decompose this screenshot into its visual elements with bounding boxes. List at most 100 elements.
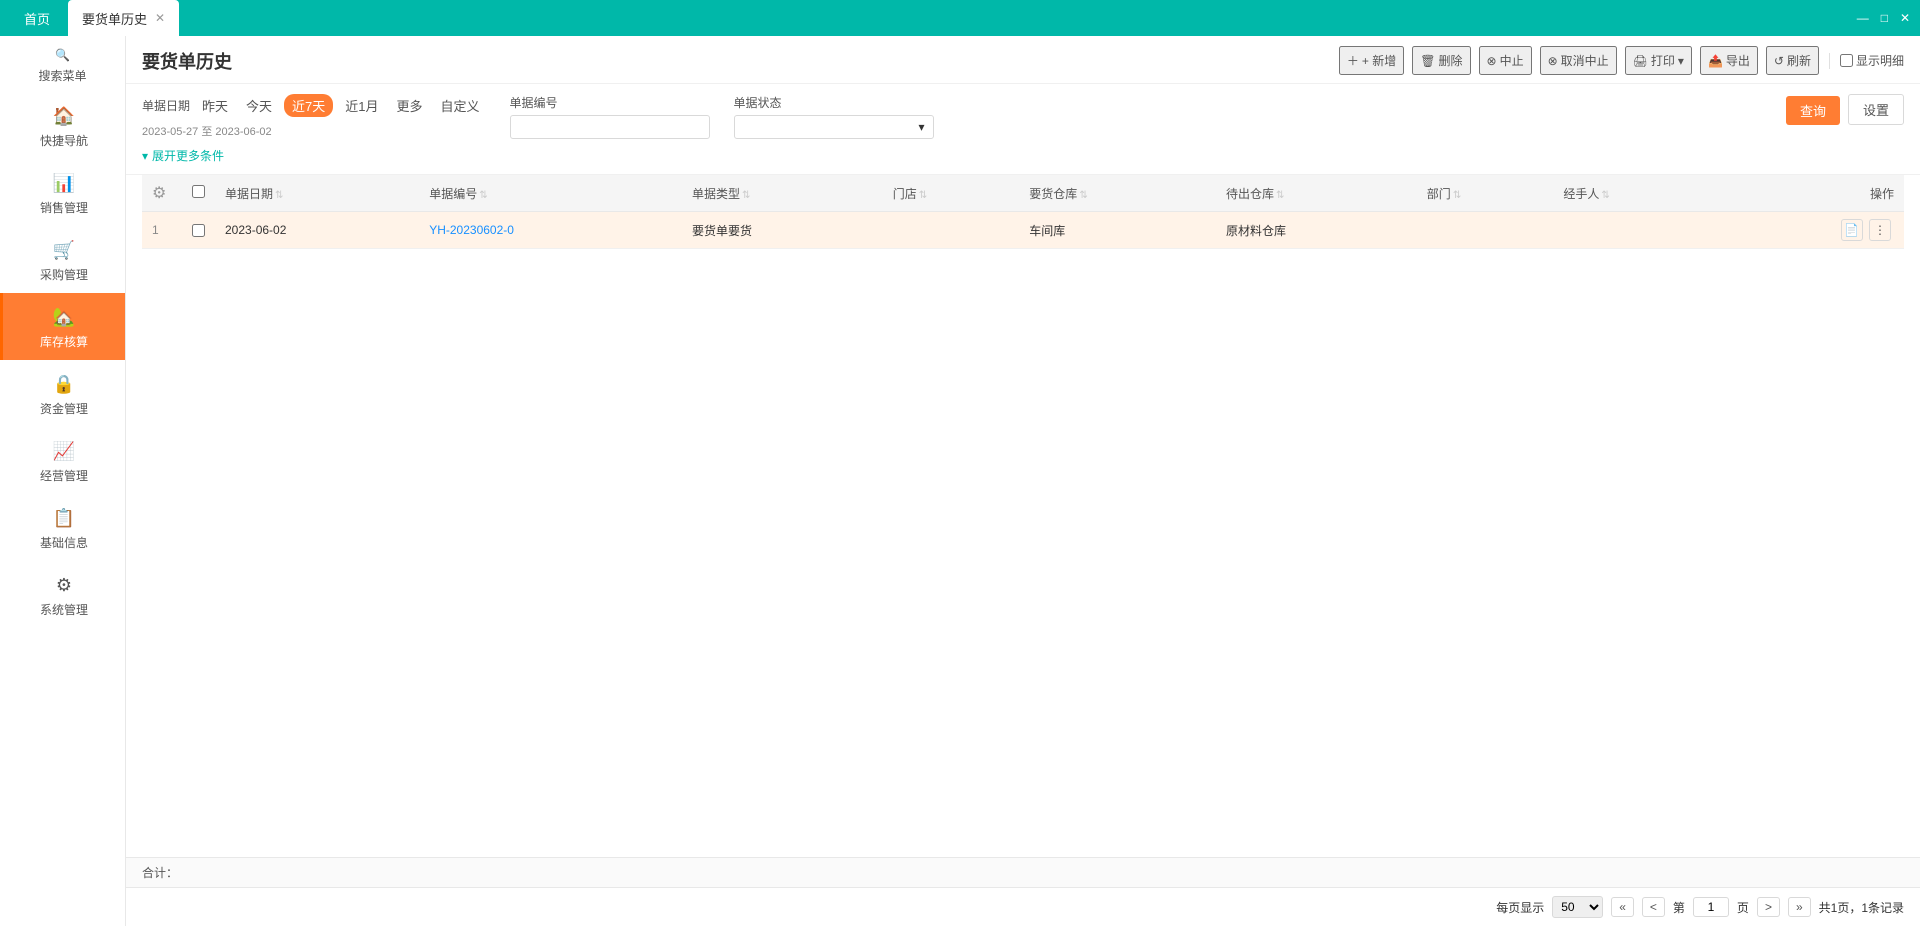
top-bar: 首页 要货单历史 ✕ — □ ✕: [0, 0, 1920, 36]
doc-number-input[interactable]: [510, 115, 710, 139]
row-operation: 📄 ⋮: [1720, 212, 1904, 249]
th-doc-type: 单据类型⇅: [682, 175, 883, 212]
next-page-btn[interactable]: >: [1757, 897, 1780, 917]
row-dept: [1417, 212, 1554, 249]
table-row: 1 2023-06-02 YH-20230602-0 要货单要货 车间库 原材料…: [142, 212, 1904, 249]
delete-button[interactable]: 🗑 删除: [1412, 46, 1470, 75]
inventory-icon: 🏡: [53, 307, 75, 328]
page-title: 要货单历史: [142, 48, 232, 74]
sidebar-item-system-mgmt[interactable]: ⚙ 系统管理: [0, 561, 125, 628]
settings-button[interactable]: 设置: [1848, 94, 1904, 125]
sort-doc-type-icon: ⇅: [742, 190, 750, 201]
print-button[interactable]: 🖨 打印 ▾: [1625, 46, 1692, 75]
pagination-bar: 每页显示 50 100 200 « < 第 页 > » 共1页，1条记录: [126, 887, 1920, 926]
filter-doc-number: 单据编号: [510, 94, 710, 139]
view-op-btn[interactable]: 📄: [1841, 219, 1863, 241]
col-settings: ⚙: [142, 175, 182, 212]
sort-doc-number-icon: ⇅: [479, 190, 487, 201]
sort-doc-date-icon: ⇅: [275, 190, 283, 201]
stop-icon: ⊗: [1487, 54, 1497, 68]
filter-row: 单据日期 昨天 今天 近7天 近1月 更多 自定义 2023-05-27 至 2…: [142, 94, 1904, 139]
row-req-warehouse: 车间库: [1019, 212, 1216, 249]
date-btn-today[interactable]: 今天: [240, 94, 278, 117]
table-footer: 合计：: [126, 857, 1920, 887]
sidebar-item-sales-mgmt[interactable]: 📊 销售管理: [0, 159, 125, 226]
page-number-input[interactable]: [1693, 897, 1729, 917]
sort-dept-icon: ⇅: [1453, 190, 1461, 201]
sidebar-item-finance-mgmt[interactable]: 🔒 资金管理: [0, 360, 125, 427]
prev-page-btn[interactable]: <: [1642, 897, 1665, 917]
table-settings-icon[interactable]: ⚙: [152, 185, 166, 202]
date-btn-more[interactable]: 更多: [391, 94, 429, 117]
add-button[interactable]: ＋ + 新增: [1339, 46, 1404, 75]
th-doc-date: 单据日期⇅: [215, 175, 419, 212]
tab-requisition-history[interactable]: 要货单历史 ✕: [68, 0, 179, 36]
row-handler: [1553, 212, 1720, 249]
row-doc-date: 2023-06-02: [215, 212, 419, 249]
content-area: 要货单历史 ＋ + 新增 🗑 删除 ⊗ 中止 ⊗ 取消中止: [126, 36, 1920, 926]
th-store: 门店⇅: [883, 175, 1020, 212]
minimize-btn[interactable]: —: [1857, 11, 1869, 25]
doc-number-label: 单据编号: [510, 94, 710, 111]
page-label: 第: [1673, 899, 1685, 916]
expand-more-btn[interactable]: ▾ 展开更多条件: [142, 147, 1904, 164]
sidebar-item-quick-nav[interactable]: 🏠 快捷导航: [0, 92, 125, 159]
sort-pending-warehouse-icon: ⇅: [1276, 190, 1284, 201]
tab-close-icon[interactable]: ✕: [155, 11, 165, 25]
th-operation: 操作: [1720, 175, 1904, 212]
add-icon: ＋: [1347, 52, 1359, 69]
content-header: 要货单历史 ＋ + 新增 🗑 删除 ⊗ 中止 ⊗ 取消中止: [126, 36, 1920, 84]
last-page-btn[interactable]: »: [1788, 897, 1811, 917]
print-dropdown-icon: ▾: [1678, 54, 1684, 68]
sort-req-warehouse-icon: ⇅: [1079, 190, 1087, 201]
row-pending-warehouse: 原材料仓库: [1216, 212, 1417, 249]
header-actions: ＋ + 新增 🗑 删除 ⊗ 中止 ⊗ 取消中止 🖨 打印: [1339, 46, 1904, 75]
refresh-button[interactable]: ↺ 刷新: [1766, 46, 1819, 75]
table-wrap: ⚙ 单据日期⇅ 单据编号⇅ 单据类型⇅: [126, 175, 1920, 857]
sidebar-item-operation-mgmt[interactable]: 📈 经营管理: [0, 427, 125, 494]
row-checkbox: [182, 212, 215, 249]
finance-icon: 🔒: [53, 374, 75, 395]
row-select-checkbox[interactable]: [192, 224, 205, 237]
page-size-select[interactable]: 50 100 200: [1552, 896, 1603, 918]
date-btn-7days[interactable]: 近7天: [284, 94, 333, 117]
stop-button[interactable]: ⊗ 中止: [1479, 46, 1532, 75]
select-all-checkbox[interactable]: [192, 185, 205, 198]
date-btn-yesterday[interactable]: 昨天: [196, 94, 234, 117]
more-op-btn[interactable]: ⋮: [1869, 219, 1891, 241]
sidebar: 🔍 搜索菜单 🏠 快捷导航 📊 销售管理 🛒 采购管理 🏡 库存核算 🔒 资金管…: [0, 36, 126, 926]
display-detail-btn[interactable]: 显示明细: [1840, 52, 1904, 69]
cancel-stop-icon: ⊗: [1548, 54, 1558, 68]
th-pending-warehouse: 待出仓库⇅: [1216, 175, 1417, 212]
quick-nav-icon: 🏠: [53, 106, 75, 127]
date-btn-1month[interactable]: 近1月: [339, 94, 384, 117]
display-detail-checkbox[interactable]: [1840, 54, 1853, 67]
export-button[interactable]: 📤 导出: [1700, 46, 1758, 75]
sort-handler-icon: ⇅: [1601, 190, 1609, 201]
export-icon: 📤: [1708, 54, 1723, 68]
filter-doc-status: 单据状态 ▾: [734, 94, 934, 139]
date-btn-custom[interactable]: 自定义: [435, 94, 486, 117]
search-icon: 🔍: [55, 48, 70, 62]
tab-home[interactable]: 首页: [10, 0, 64, 36]
page-suffix: 页: [1737, 899, 1749, 916]
first-page-btn[interactable]: «: [1611, 897, 1634, 917]
doc-date-label: 单据日期: [142, 97, 190, 114]
table-body: 1 2023-06-02 YH-20230602-0 要货单要货 车间库 原材料…: [142, 212, 1904, 249]
th-handler: 经手人⇅: [1553, 175, 1720, 212]
sidebar-item-basic-info[interactable]: 📋 基础信息: [0, 494, 125, 561]
print-icon: 🖨: [1633, 54, 1648, 68]
main-table: ⚙ 单据日期⇅ 单据编号⇅ 单据类型⇅: [142, 175, 1904, 249]
sidebar-item-inventory[interactable]: 🏡 库存核算: [0, 293, 125, 360]
sidebar-search[interactable]: 🔍 搜索菜单: [0, 36, 125, 92]
maximize-btn[interactable]: □: [1881, 11, 1888, 25]
page-size-label: 每页显示: [1496, 899, 1544, 916]
doc-status-select[interactable]: ▾: [734, 115, 934, 139]
toolbar-divider: [1829, 53, 1830, 69]
query-button[interactable]: 查询: [1786, 96, 1840, 125]
sidebar-item-purchase-mgmt[interactable]: 🛒 采购管理: [0, 226, 125, 293]
cancel-stop-button[interactable]: ⊗ 取消中止: [1540, 46, 1617, 75]
close-btn[interactable]: ✕: [1900, 11, 1910, 25]
row-doc-number: YH-20230602-0: [419, 212, 682, 249]
doc-number-link[interactable]: YH-20230602-0: [429, 223, 514, 237]
